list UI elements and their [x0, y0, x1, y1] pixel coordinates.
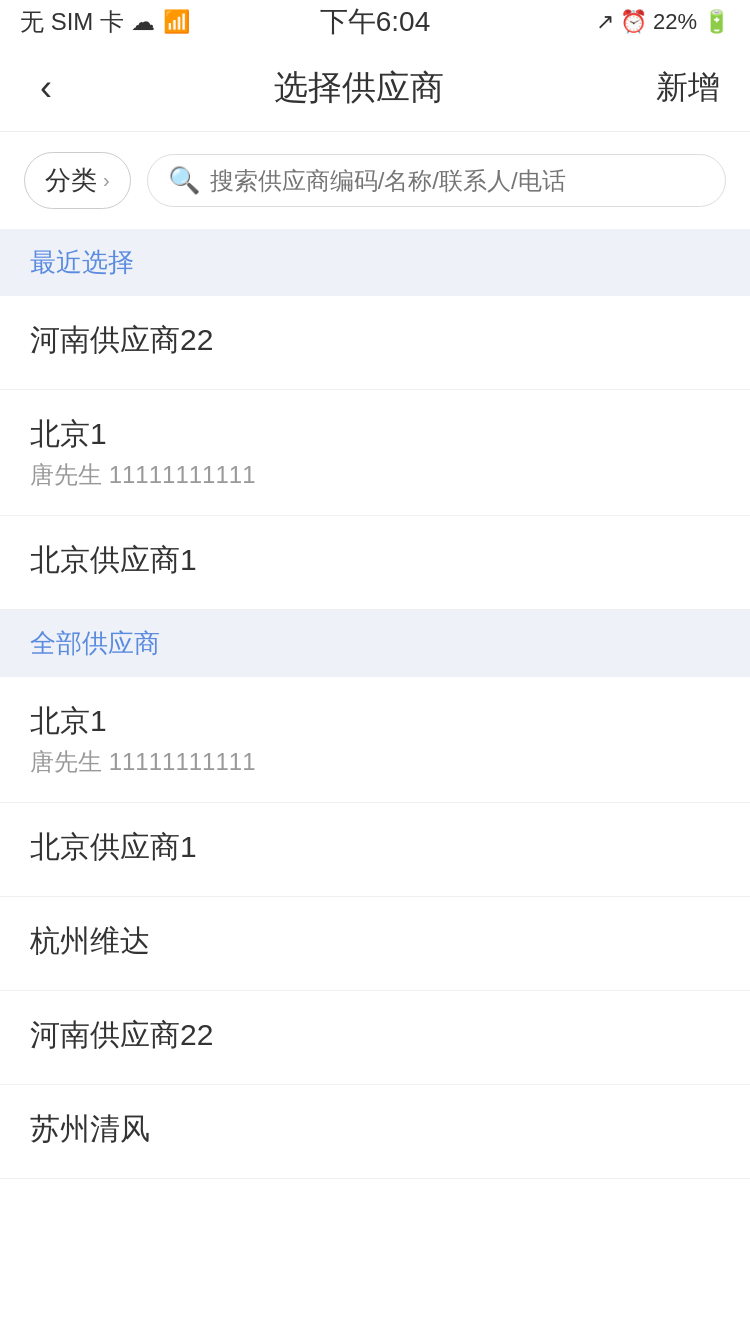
- search-wrapper: 🔍: [147, 154, 726, 207]
- all-label: 全部供应商: [30, 628, 160, 658]
- list-item[interactable]: 杭州维达: [0, 897, 750, 991]
- item-name: 河南供应商22: [30, 1015, 720, 1056]
- item-name: 北京1: [30, 414, 720, 455]
- sim-status: 无 SIM 卡 ☁: [20, 6, 155, 38]
- item-name: 杭州维达: [30, 921, 720, 962]
- item-name: 北京供应商1: [30, 827, 720, 868]
- list-item[interactable]: 北京供应商1: [0, 803, 750, 897]
- list-item[interactable]: 北京1 唐先生 11111111111: [0, 677, 750, 803]
- item-sub: 唐先生 11111111111: [30, 459, 720, 491]
- category-label: 分类: [45, 163, 97, 198]
- list-item[interactable]: 北京供应商1: [0, 516, 750, 610]
- battery-percent: 22%: [653, 9, 697, 35]
- list-item[interactable]: 苏州清风: [0, 1085, 750, 1179]
- item-sub: 唐先生 11111111111: [30, 746, 720, 778]
- location-icon: ↗: [596, 9, 614, 35]
- item-name: 苏州清风: [30, 1109, 720, 1150]
- recent-list: 河南供应商22 北京1 唐先生 11111111111 北京供应商1: [0, 296, 750, 610]
- recent-label: 最近选择: [30, 247, 134, 277]
- status-left: 无 SIM 卡 ☁ 📶: [20, 6, 190, 38]
- list-item[interactable]: 河南供应商22: [0, 991, 750, 1085]
- filter-bar: 分类 › 🔍: [0, 132, 750, 229]
- wifi-icon: 📶: [163, 9, 190, 35]
- item-name: 北京1: [30, 701, 720, 742]
- item-name: 北京供应商1: [30, 540, 720, 581]
- new-button[interactable]: 新增: [656, 66, 720, 110]
- alarm-icon: ⏰: [620, 9, 647, 35]
- list-item[interactable]: 河南供应商22: [0, 296, 750, 390]
- page-title: 选择供应商: [274, 65, 444, 111]
- status-bar: 无 SIM 卡 ☁ 📶 下午6:04 ↗ ⏰ 22% 🔋: [0, 0, 750, 44]
- list-item[interactable]: 北京1 唐先生 11111111111: [0, 390, 750, 516]
- search-input[interactable]: [210, 167, 705, 195]
- nav-bar: ‹ 选择供应商 新增: [0, 44, 750, 132]
- status-right: ↗ ⏰ 22% 🔋: [596, 9, 730, 35]
- all-list: 北京1 唐先生 11111111111 北京供应商1 杭州维达河南供应商22 苏州清风: [0, 677, 750, 1179]
- search-icon: 🔍: [168, 165, 200, 196]
- category-button[interactable]: 分类 ›: [24, 152, 131, 209]
- status-time: 下午6:04: [320, 3, 431, 41]
- chevron-right-icon: ›: [103, 169, 110, 192]
- back-button[interactable]: ‹: [30, 57, 62, 119]
- recent-section-header: 最近选择: [0, 229, 750, 296]
- all-section-header: 全部供应商: [0, 610, 750, 677]
- item-name: 河南供应商22: [30, 320, 720, 361]
- battery-icon: 🔋: [703, 9, 730, 35]
